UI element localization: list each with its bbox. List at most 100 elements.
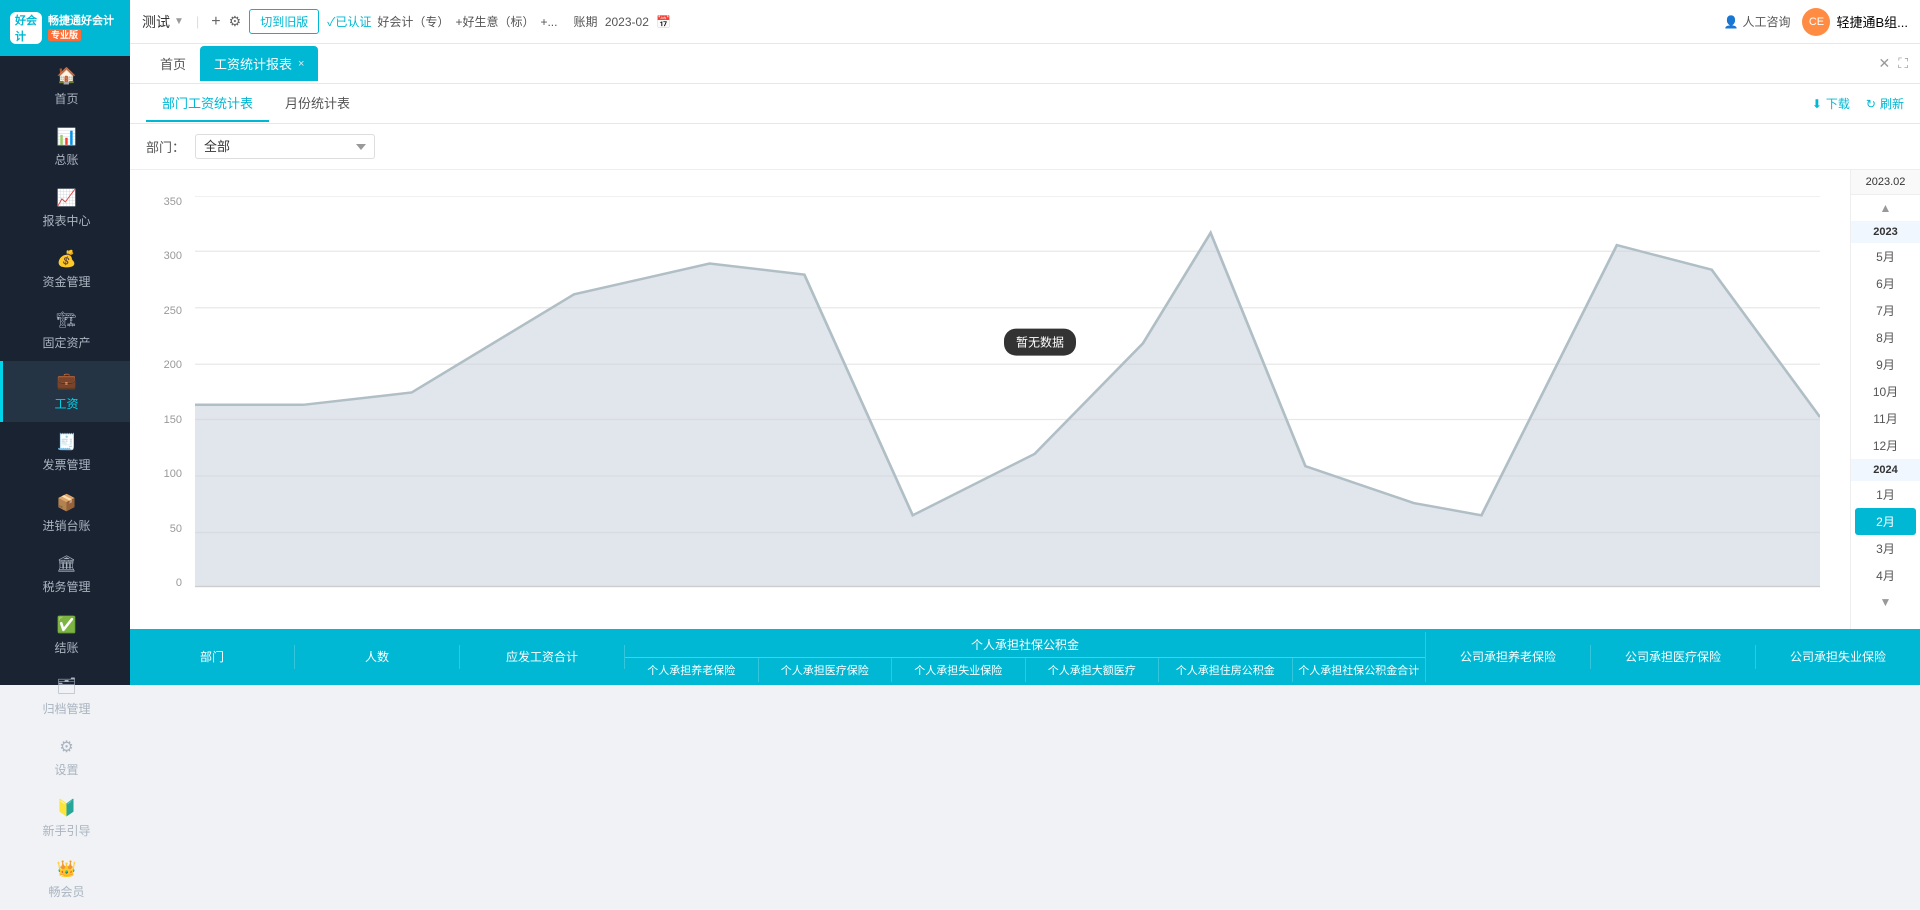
date-item-12[interactable]: 12月 — [1851, 432, 1920, 459]
purchase-icon: 📦 — [57, 493, 77, 513]
col-company-medical: 公司承担医疗保险 — [1591, 645, 1756, 670]
settings-button[interactable]: ⚙ — [229, 13, 242, 30]
help-button[interactable]: 👤 人工咨询 — [1724, 13, 1791, 30]
sidebar: 好会计 畅捷通好会计 专业版 🏠 首页 📊 总账 📈 报表中心 💰 资金管理 🏗… — [0, 0, 130, 685]
sidebar-item-member[interactable]: 👑 畅会员 — [0, 849, 130, 910]
salary-icon: 💼 — [57, 371, 77, 391]
col-group-personal: 个人承担社保公积金 个人承担养老保险 个人承担医疗保险 个人承担失业保险 个人承… — [625, 632, 1426, 682]
content-area: 部门工资统计表 月份统计表 ⬇ 下载 ↻ 刷新 部门： 全部 销售部 — [130, 84, 1920, 685]
subtab-bar: 部门工资统计表 月份统计表 ⬇ 下载 ↻ 刷新 — [130, 84, 1920, 124]
y-label-0: 0 — [150, 577, 190, 589]
date-item-6[interactable]: 6月 — [1851, 270, 1920, 297]
subtab-dept[interactable]: 部门工资统计表 — [146, 85, 269, 122]
help-label: 人工咨询 — [1742, 13, 1790, 30]
sidebar-item-purchase[interactable]: 📦 进销台账 — [0, 483, 130, 544]
chart-svg — [195, 196, 1820, 589]
calendar-icon[interactable]: 📅 — [656, 15, 671, 29]
sidebar-item-tax[interactable]: 🏛 税务管理 — [0, 544, 130, 605]
sidebar-item-ledger[interactable]: 📊 总账 — [0, 117, 130, 178]
sidebar-item-archive[interactable]: 🗂 归档管理 — [0, 666, 130, 727]
group-title: 个人承担社保公积金 — [625, 632, 1425, 658]
date-nav-up-button[interactable]: ▲ — [1876, 199, 1896, 217]
dept-filter-label: 部门： — [146, 137, 185, 156]
subtab-month[interactable]: 月份统计表 — [269, 85, 366, 122]
date-item-8[interactable]: 8月 — [1851, 324, 1920, 351]
date-item-2024-4[interactable]: 4月 — [1851, 562, 1920, 589]
col-personal-major-medical: 个人承担大额医疗 — [1026, 658, 1160, 682]
col-personal-unemployment: 个人承担失业保险 — [892, 658, 1026, 682]
date-nav-up: ▲ — [1851, 195, 1920, 221]
download-button[interactable]: ⬇ 下载 — [1812, 95, 1850, 112]
date-item-9[interactable]: 9月 — [1851, 351, 1920, 378]
date-panel: 2023.02 ▲ 2023 5月 6月 7月 8月 9月 10月 11月 12… — [1850, 170, 1920, 629]
y-label-150: 150 — [150, 414, 190, 426]
sidebar-item-settings[interactable]: ⚙ 设置 — [0, 727, 130, 788]
col-company-unemployment: 公司承担失业保险 — [1756, 645, 1920, 670]
sidebar-item-invoice[interactable]: 🧾 发票管理 — [0, 422, 130, 483]
sidebar-label-purchase: 进销台账 — [42, 517, 90, 534]
archive-icon: 🗂 — [56, 676, 76, 696]
date-item-2024-2[interactable]: 2月 — [1855, 508, 1916, 535]
tab-home[interactable]: 首页 — [146, 46, 200, 81]
period-label: 账期 — [573, 15, 597, 29]
maximize-icon[interactable]: ⛶ — [1898, 55, 1908, 72]
date-current: 2023.02 — [1866, 176, 1906, 188]
y-label-100: 100 — [150, 468, 190, 480]
tab-close-button[interactable]: × — [298, 58, 304, 70]
col-personal-medical: 个人承担医疗保险 — [759, 658, 893, 682]
tab-home-label: 首页 — [160, 57, 186, 72]
sidebar-item-home[interactable]: 🏠 首页 — [0, 56, 130, 117]
member-icon: 👑 — [57, 859, 77, 879]
sidebar-item-salary[interactable]: 💼 工资 — [0, 361, 130, 422]
bottom-table-header: 部门 人数 应发工资合计 个人承担社保公积金 个人承担养老保险 个人承担医疗保险… — [130, 629, 1920, 685]
refresh-button[interactable]: ↻ 刷新 — [1866, 95, 1904, 112]
topbar-right: 👤 人工咨询 CE 轻捷通B组... — [1724, 8, 1908, 36]
chart-svg-area: 暂无数据 — [195, 196, 1820, 589]
sidebar-item-report[interactable]: 📈 报表中心 — [0, 178, 130, 239]
sidebar-logo: 好会计 畅捷通好会计 专业版 — [0, 0, 130, 56]
date-nav-down-button[interactable]: ▼ — [1876, 593, 1896, 611]
chevron-down-icon[interactable]: ▼ — [174, 16, 184, 27]
year-2023-label: 2023 — [1851, 221, 1920, 243]
report-icon: 📈 — [57, 188, 77, 208]
date-item-10[interactable]: 10月 — [1851, 378, 1920, 405]
date-item-2024-1[interactable]: 1月 — [1851, 481, 1920, 508]
sidebar-item-assets[interactable]: 🏗 固定资产 — [0, 300, 130, 361]
status-bar: ✓已认证 好会计（专） +好生意（标） +... — [327, 13, 557, 30]
date-item-11[interactable]: 11月 — [1851, 405, 1920, 432]
biz-addon: +好生意（标） — [455, 13, 534, 30]
group-cols: 个人承担养老保险 个人承担医疗保险 个人承担失业保险 个人承担大额医疗 个人承担… — [625, 658, 1425, 682]
user-menu[interactable]: CE 轻捷通B组... — [1802, 8, 1908, 36]
date-item-2024-3[interactable]: 3月 — [1851, 535, 1920, 562]
subtab-month-label: 月份统计表 — [285, 96, 350, 111]
dept-filter-select[interactable]: 全部 销售部 财务部 行政部 — [195, 134, 375, 159]
topbar: 测试 ▼ | + ⚙ 切到旧版 ✓已认证 好会计（专） +好生意（标） +...… — [130, 0, 1920, 44]
sidebar-item-guide[interactable]: 🔰 新手引导 — [0, 788, 130, 849]
date-item-5[interactable]: 5月 — [1851, 243, 1920, 270]
col-personal-total: 个人承担社保公积金合计 — [1293, 658, 1426, 682]
user-initials: CE — [1809, 16, 1824, 28]
sidebar-label-tax: 税务管理 — [42, 578, 90, 595]
date-item-7[interactable]: 7月 — [1851, 297, 1920, 324]
col-total-salary: 应发工资合计 — [460, 645, 625, 670]
sidebar-item-settle[interactable]: ✅ 结账 — [0, 605, 130, 666]
add-button[interactable]: + — [211, 13, 220, 31]
y-label-350: 350 — [150, 196, 190, 208]
sidebar-label-member: 畅会员 — [48, 883, 84, 900]
col-personal-housing-fund: 个人承担住房公积金 — [1159, 658, 1293, 682]
close-window-icon[interactable]: ✕ — [1878, 55, 1890, 72]
subtab-dept-label: 部门工资统计表 — [162, 96, 253, 111]
switch-version-button[interactable]: 切到旧版 — [249, 9, 319, 34]
guide-icon: 🔰 — [57, 798, 77, 818]
home-icon: 🏠 — [57, 66, 77, 86]
tab-salary-report[interactable]: 工资统计报表 × — [200, 46, 318, 81]
project-label: 测试 — [142, 12, 170, 32]
year-2024-label: 2024 — [1851, 459, 1920, 481]
user-avatar: CE — [1802, 8, 1830, 36]
col-company-pension: 公司承担养老保险 — [1426, 645, 1591, 670]
y-axis: 0 50 100 150 200 250 300 350 — [150, 196, 190, 589]
verified-status: ✓已认证 — [327, 13, 371, 30]
sidebar-item-funds[interactable]: 💰 资金管理 — [0, 239, 130, 300]
assets-icon: 🏗 — [56, 310, 76, 330]
logo-badge: 专业版 — [48, 29, 81, 41]
